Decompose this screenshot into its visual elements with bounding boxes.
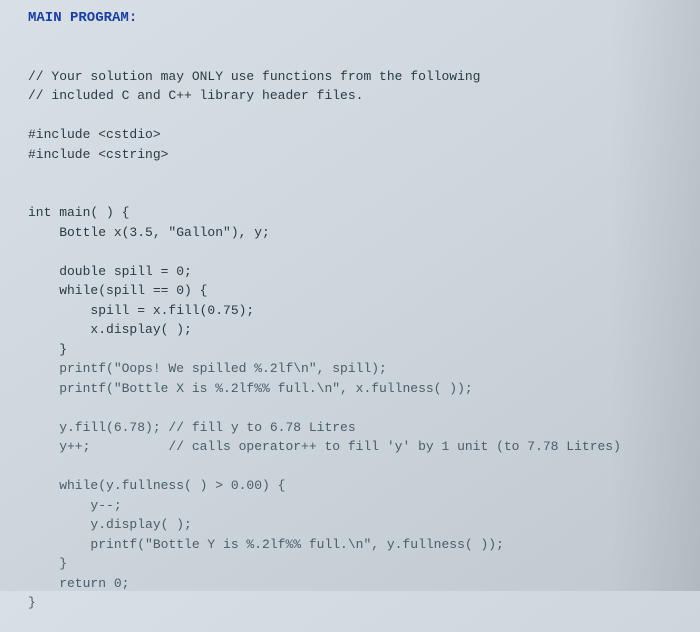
code-line: return 0;: [28, 576, 129, 591]
code-line: printf("Bottle X is %.2lf%% full.\n", x.…: [28, 381, 473, 396]
code-line: spill = x.fill(0.75);: [28, 303, 254, 318]
code-line: y.fill(6.78); // fill y to 6.78 Litres: [28, 420, 356, 435]
code-line: x.display( );: [28, 322, 192, 337]
code-block: // Your solution may ONLY use functions …: [28, 47, 700, 632]
code-page: MAIN PROGRAM: // Your solution may ONLY …: [0, 0, 700, 632]
code-line: y--;: [28, 498, 122, 513]
code-line: y++; // calls operator++ to fill 'y' by …: [28, 439, 621, 454]
code-line: }: [28, 595, 36, 610]
code-line: printf("Oops! We spilled %.2lf\n", spill…: [28, 361, 387, 376]
code-line: while(spill == 0) {: [28, 283, 207, 298]
code-line: #include <cstring>: [28, 147, 168, 162]
code-line: }: [28, 556, 67, 571]
code-line: Bottle x(3.5, "Gallon"), y;: [28, 225, 270, 240]
code-line: int main( ) {: [28, 205, 129, 220]
code-line: while(y.fullness( ) > 0.00) {: [28, 478, 285, 493]
code-line: printf("Bottle Y is %.2lf%% full.\n", y.…: [28, 537, 504, 552]
code-line: #include <cstdio>: [28, 127, 161, 142]
code-line: y.display( );: [28, 517, 192, 532]
main-program-heading: MAIN PROGRAM:: [28, 8, 700, 29]
code-line: }: [28, 342, 67, 357]
code-line: double spill = 0;: [28, 264, 192, 279]
code-line: // included C and C++ library header fil…: [28, 88, 363, 103]
code-line: // Your solution may ONLY use functions …: [28, 69, 480, 84]
